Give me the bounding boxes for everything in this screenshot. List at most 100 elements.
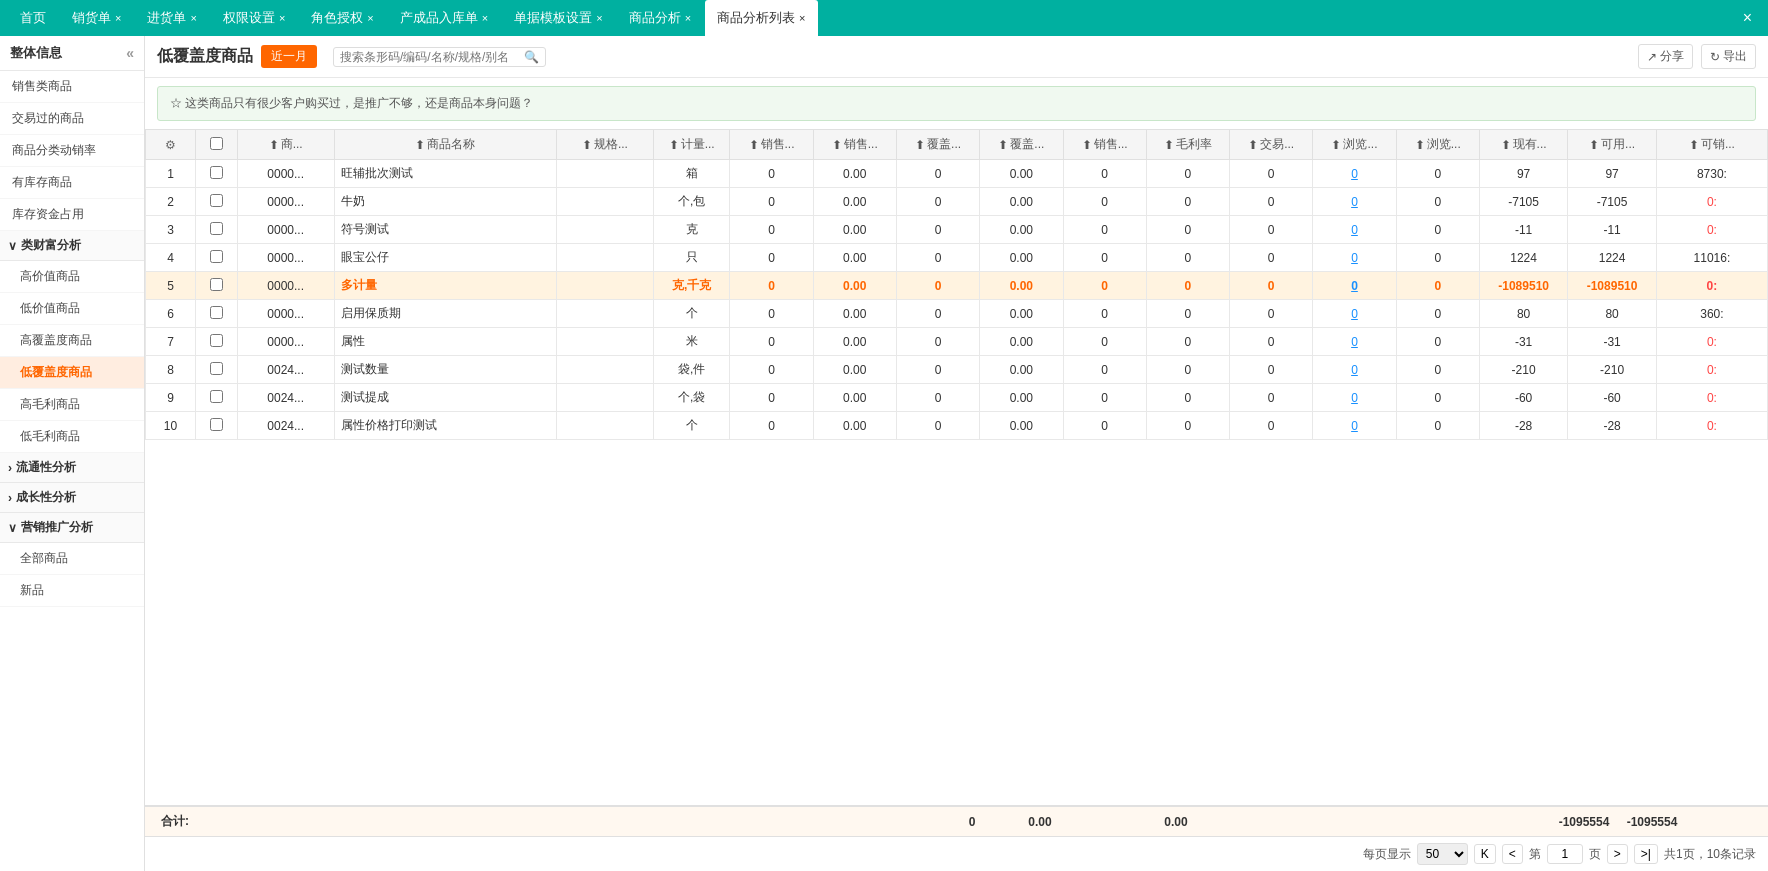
browse-link[interactable]: 0 [1351, 307, 1358, 321]
page-size-select[interactable]: 50 100 200 [1417, 843, 1468, 865]
row-checkbox[interactable] [210, 166, 223, 179]
row-checkbox-cell[interactable] [195, 244, 237, 272]
row-checkbox[interactable] [210, 334, 223, 347]
browse-link[interactable]: 0 [1351, 223, 1358, 237]
col-header-trans[interactable]: ⬆ 交易... [1230, 130, 1313, 160]
col-header-browse1[interactable]: ⬆ 浏览... [1313, 130, 1396, 160]
nav-close-purchase[interactable]: × [190, 12, 196, 24]
sidebar-group-marketing[interactable]: ∨ 营销推广分析 [0, 513, 144, 543]
first-page-button[interactable]: K [1474, 844, 1496, 864]
browse-link[interactable]: 0 [1351, 251, 1358, 265]
table-wrapper[interactable]: ⚙ ⬆ 商... [145, 129, 1768, 805]
settings-icon[interactable]: ⚙ [165, 138, 176, 152]
sidebar-collapse-button[interactable]: « [126, 45, 134, 61]
nav-close-analysis-list[interactable]: × [799, 12, 805, 24]
col-header-code[interactable]: ⬆ 商... [237, 130, 334, 160]
col-header-spec[interactable]: ⬆ 规格... [556, 130, 653, 160]
sidebar-item-traded-products[interactable]: 交易过的商品 [0, 103, 144, 135]
page-number-input[interactable] [1547, 844, 1583, 864]
col-header-check[interactable] [195, 130, 237, 160]
row-checkbox-cell[interactable] [195, 328, 237, 356]
sidebar-item-in-stock[interactable]: 有库存商品 [0, 167, 144, 199]
col-header-sales3[interactable]: ⬆ 销售... [1063, 130, 1146, 160]
sidebar-item-high-gross[interactable]: 高毛利商品 [0, 389, 144, 421]
row-checkbox-cell[interactable] [195, 188, 237, 216]
row-checkbox-cell[interactable] [195, 300, 237, 328]
browse-link[interactable]: 0 [1351, 391, 1358, 405]
window-close-button[interactable]: × [1735, 9, 1760, 27]
sidebar-item-low-coverage[interactable]: 低覆盖度商品 [0, 357, 144, 389]
browse-link[interactable]: 0 [1351, 167, 1358, 181]
row-browse1[interactable]: 0 [1313, 412, 1396, 440]
nav-close-permission[interactable]: × [279, 12, 285, 24]
row-browse1[interactable]: 0 [1313, 160, 1396, 188]
row-browse1[interactable]: 0 [1313, 300, 1396, 328]
row-browse1[interactable]: 0 [1313, 188, 1396, 216]
row-checkbox-cell[interactable] [195, 356, 237, 384]
search-icon[interactable]: 🔍 [524, 50, 539, 64]
row-checkbox-cell[interactable] [195, 160, 237, 188]
row-browse1[interactable]: 0 [1313, 216, 1396, 244]
row-checkbox[interactable] [210, 306, 223, 319]
browse-link[interactable]: 0 [1351, 335, 1358, 349]
sidebar-item-sales-products[interactable]: 销售类商品 [0, 71, 144, 103]
col-header-current[interactable]: ⬆ 现有... [1479, 130, 1567, 160]
row-checkbox[interactable] [210, 250, 223, 263]
sidebar-group-wealth-analysis[interactable]: ∨ 类财富分析 [0, 231, 144, 261]
browse-link[interactable]: 0 [1351, 195, 1358, 209]
nav-permission-settings[interactable]: 权限设置 × [211, 0, 297, 36]
browse-link[interactable]: 0 [1351, 419, 1358, 433]
nav-template-settings[interactable]: 单据模板设置 × [502, 0, 614, 36]
col-header-sellable[interactable]: ⬆ 可销... [1656, 130, 1767, 160]
row-browse1[interactable]: 0 [1313, 272, 1396, 300]
row-checkbox[interactable] [210, 222, 223, 235]
col-header-sales-qty[interactable]: ⬆ 销售... [730, 130, 813, 160]
nav-close-sales-order[interactable]: × [115, 12, 121, 24]
col-header-sales-amt[interactable]: ⬆ 销售... [813, 130, 896, 160]
row-checkbox[interactable] [210, 390, 223, 403]
sidebar-group-circulation[interactable]: › 流通性分析 [0, 453, 144, 483]
nav-product-analysis[interactable]: 商品分析 × [617, 0, 703, 36]
row-checkbox-cell[interactable] [195, 384, 237, 412]
row-browse1[interactable]: 0 [1313, 384, 1396, 412]
row-checkbox-cell[interactable] [195, 272, 237, 300]
sidebar-item-high-value[interactable]: 高价值商品 [0, 261, 144, 293]
export-button[interactable]: ↻ 导出 [1701, 44, 1756, 69]
nav-close-analysis[interactable]: × [685, 12, 691, 24]
last-page-button[interactable]: >| [1634, 844, 1658, 864]
nav-close-template[interactable]: × [596, 12, 602, 24]
browse-link[interactable]: 0 [1351, 279, 1358, 293]
nav-role-auth[interactable]: 角色授权 × [299, 0, 385, 36]
row-browse1[interactable]: 0 [1313, 244, 1396, 272]
nav-product-analysis-list[interactable]: 商品分析列表 × [705, 0, 817, 36]
sidebar-item-category-sales-rate[interactable]: 商品分类动销率 [0, 135, 144, 167]
select-all-checkbox[interactable] [210, 137, 223, 150]
row-checkbox[interactable] [210, 418, 223, 431]
row-checkbox-cell[interactable] [195, 412, 237, 440]
col-header-no[interactable]: ⚙ [146, 130, 196, 160]
sidebar-item-all-products[interactable]: 全部商品 [0, 543, 144, 575]
col-header-cover1[interactable]: ⬆ 覆盖... [896, 130, 979, 160]
next-page-button[interactable]: > [1607, 844, 1628, 864]
nav-home[interactable]: 首页 [8, 0, 58, 36]
nav-close-inbound[interactable]: × [482, 12, 488, 24]
row-checkbox[interactable] [210, 362, 223, 375]
sidebar-item-low-value[interactable]: 低价值商品 [0, 293, 144, 325]
col-header-browse2[interactable]: ⬆ 浏览... [1396, 130, 1479, 160]
sidebar-group-growth[interactable]: › 成长性分析 [0, 483, 144, 513]
row-checkbox[interactable] [210, 194, 223, 207]
row-checkbox[interactable] [210, 278, 223, 291]
row-browse1[interactable]: 0 [1313, 356, 1396, 384]
sidebar-item-low-gross[interactable]: 低毛利商品 [0, 421, 144, 453]
nav-purchase-order[interactable]: 进货单 × [135, 0, 208, 36]
search-input[interactable] [340, 50, 520, 64]
sidebar-item-high-coverage[interactable]: 高覆盖度商品 [0, 325, 144, 357]
share-button[interactable]: ↗ 分享 [1638, 44, 1693, 69]
nav-close-role[interactable]: × [367, 12, 373, 24]
col-header-name[interactable]: ⬆ 商品名称 [334, 130, 556, 160]
prev-page-button[interactable]: < [1502, 844, 1523, 864]
col-header-gross-rate[interactable]: ⬆ 毛利率 [1146, 130, 1229, 160]
row-browse1[interactable]: 0 [1313, 328, 1396, 356]
row-checkbox-cell[interactable] [195, 216, 237, 244]
col-header-unit[interactable]: ⬆ 计量... [654, 130, 730, 160]
